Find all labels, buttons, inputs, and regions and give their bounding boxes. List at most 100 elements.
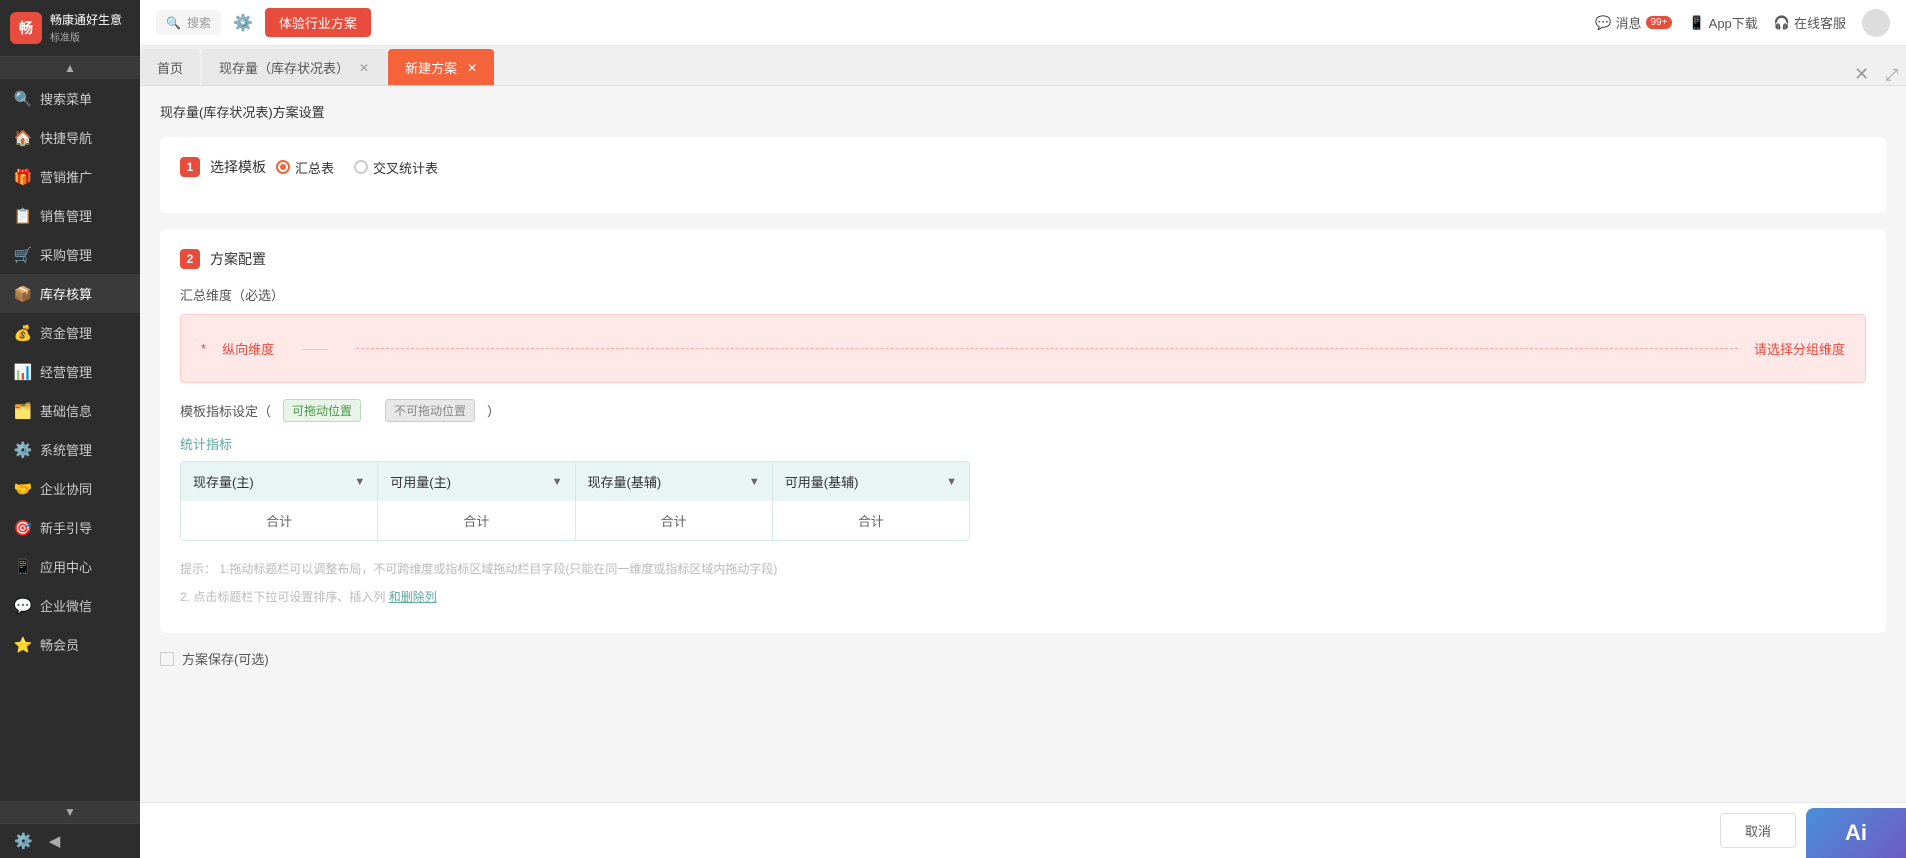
search-bar[interactable]: 🔍 搜索 <box>156 10 221 35</box>
stats-col-header-1[interactable]: 可用量(主) ▼ <box>378 462 575 501</box>
tab-new-scheme-close-icon[interactable]: ✕ <box>467 61 477 75</box>
sales-icon: 📋 <box>14 207 32 225</box>
indicator-settings-row: 模板指标设定（ 可拖动位置 不可拖动位置 ） <box>180 399 1866 422</box>
tab-home[interactable]: 首页 <box>140 49 200 85</box>
sidebar-item-basic[interactable]: 🗂️ 基础信息 <box>0 391 140 430</box>
vertical-dim-separator: —— <box>302 341 328 356</box>
member-icon: ⭐ <box>14 636 32 654</box>
quick-nav-icon: 🏠 <box>14 129 32 147</box>
stats-col-header-label-3: 可用量(基辅) <box>785 472 859 491</box>
message-button[interactable]: 💬 消息 99+ <box>1595 13 1672 32</box>
stats-section-title: 统计指标 <box>180 434 1866 453</box>
sidebar-item-label: 采购管理 <box>40 245 92 264</box>
sidebar-item-operation[interactable]: 📊 经营管理 <box>0 352 140 391</box>
sidebar-item-label: 库存核算 <box>40 284 92 303</box>
sidebar-item-app-center[interactable]: 📱 应用中心 <box>0 547 140 586</box>
app-name: 畅康通好生意 <box>50 12 122 29</box>
search-menu-icon: 🔍 <box>14 90 32 108</box>
stats-col-body-2: 合计 <box>576 501 773 540</box>
sidebar-item-inventory[interactable]: 📦 库存核算 <box>0 274 140 313</box>
stats-col-header-0[interactable]: 现存量(主) ▼ <box>181 462 378 501</box>
sidebar-item-member[interactable]: ⭐ 畅会员 <box>0 625 140 664</box>
tab-home-label: 首页 <box>157 58 183 77</box>
sidebar-item-label: 快捷导航 <box>40 128 92 147</box>
panel-close-icon[interactable]: ✕ <box>1854 64 1869 85</box>
app-download-icon: 📱 <box>1688 15 1704 31</box>
inventory-icon: 📦 <box>14 285 32 303</box>
sidebar-item-quick-nav[interactable]: 🏠 快捷导航 <box>0 118 140 157</box>
settings-icon[interactable]: ⚙️ <box>14 832 33 850</box>
sidebar-item-system[interactable]: ⚙️ 系统管理 <box>0 430 140 469</box>
sidebar-item-sales[interactable]: 📋 销售管理 <box>0 196 140 235</box>
vertical-dimension-area[interactable]: * 纵向维度 —— 请选择分组维度 <box>180 314 1866 383</box>
sidebar-item-label: 销售管理 <box>40 206 92 225</box>
stats-col-header-label-2: 现存量(基辅) <box>588 472 662 491</box>
col-chevron-1: ▼ <box>552 476 563 488</box>
sidebar-item-newbie[interactable]: 🎯 新手引导 <box>0 508 140 547</box>
stats-col-header-label-0: 现存量(主) <box>193 472 254 491</box>
radio-cross-label: 交叉统计表 <box>373 158 438 177</box>
sidebar-item-enterprise[interactable]: 🤝 企业协同 <box>0 469 140 508</box>
sidebar-item-search-menu[interactable]: 🔍 搜索菜单 <box>0 79 140 118</box>
topbar-gear-icon[interactable]: ⚙️ <box>233 13 253 33</box>
non-draggable-badge: 不可拖动位置 <box>385 399 475 422</box>
sidebar-item-purchase[interactable]: 🛒 采购管理 <box>0 235 140 274</box>
collapse-icon[interactable]: ◀ <box>49 832 61 850</box>
sidebar-item-marketing[interactable]: 🎁 营销推广 <box>0 157 140 196</box>
sidebar-item-wechat[interactable]: 💬 企业微信 <box>0 586 140 625</box>
stats-col-body-0: 合计 <box>181 501 378 540</box>
section1-number: 1 <box>180 157 200 177</box>
stats-col-header-3[interactable]: 可用量(基辅) ▼ <box>773 462 969 501</box>
stats-col-body-3: 合计 <box>773 501 969 540</box>
radio-cross-table[interactable]: 交叉统计表 <box>354 158 438 177</box>
newbie-icon: 🎯 <box>14 519 32 537</box>
customer-service-button[interactable]: 🎧 在线客服 <box>1774 13 1846 32</box>
stats-table: 现存量(主) ▼ 可用量(主) ▼ 现存量(基辅) ▼ 可用量(基辅) ▼ <box>180 461 970 541</box>
stats-col-body-1: 合计 <box>378 501 575 540</box>
topbar: 🔍 搜索 ⚙️ 体验行业方案 💬 消息 99+ 📱 App下载 🎧 在线客服 <box>140 0 1906 46</box>
message-badge: 99+ <box>1646 16 1673 29</box>
tab-new-scheme[interactable]: 新建方案 ✕ <box>388 49 494 85</box>
cancel-button[interactable]: 取消 <box>1720 813 1796 848</box>
save-scheme-checkbox[interactable] <box>160 652 174 666</box>
sidebar-item-label: 基础信息 <box>40 401 92 420</box>
trial-button[interactable]: 体验行业方案 <box>265 8 371 37</box>
stats-col-body-val-2: 合计 <box>661 511 687 530</box>
radio-cross-circle <box>354 160 368 174</box>
radio-summary-label: 汇总表 <box>295 158 334 177</box>
sidebar-scroll-up[interactable]: ▲ <box>0 57 140 79</box>
sidebar-logo: 畅 畅康通好生意 标准版 <box>0 0 140 57</box>
sidebar-item-label: 系统管理 <box>40 440 92 459</box>
sidebar-footer: ⚙️ ◀ <box>0 823 140 858</box>
tab-inventory-close-icon[interactable]: ✕ <box>359 61 369 75</box>
page-title: 现存量(库存状况表)方案设置 <box>160 102 1886 121</box>
search-placeholder: 搜索 <box>187 14 211 31</box>
app-download-button[interactable]: 📱 App下载 <box>1688 13 1757 32</box>
save-scheme-label: 方案保存(可选) <box>182 649 269 668</box>
sidebar-scroll-down[interactable]: ▼ <box>0 801 140 823</box>
panel-expand-icon[interactable]: ⤢ <box>1885 67 1898 85</box>
template-radio-group: 汇总表 交叉统计表 <box>276 158 438 177</box>
sidebar-item-label: 企业微信 <box>40 596 92 615</box>
radio-summary-table[interactable]: 汇总表 <box>276 158 334 177</box>
sidebar-item-label: 搜索菜单 <box>40 89 92 108</box>
tab-inventory-status[interactable]: 现存量（库存状况表） ✕ <box>202 49 386 85</box>
message-icon: 💬 <box>1595 15 1611 31</box>
user-avatar[interactable] <box>1862 9 1890 37</box>
tip2-link[interactable]: 和删除列 <box>389 590 437 604</box>
sidebar-item-finance[interactable]: 💰 资金管理 <box>0 313 140 352</box>
section2-label: 方案配置 <box>210 249 266 269</box>
stats-col-header-2[interactable]: 现存量(基辅) ▼ <box>576 462 773 501</box>
system-icon: ⚙️ <box>14 441 32 459</box>
stats-table-header: 现存量(主) ▼ 可用量(主) ▼ 现存量(基辅) ▼ 可用量(基辅) ▼ <box>181 462 969 501</box>
operation-icon: 📊 <box>14 363 32 381</box>
sidebar-item-label: 资金管理 <box>40 323 92 342</box>
sidebar-item-label: 企业协同 <box>40 479 92 498</box>
tip1: 提示： 1.拖动标题栏可以调整布局，不可跨维度或指标区域拖动栏目字段(只能在同一… <box>180 557 1866 581</box>
section-template: 1 选择模板 汇总表 交叉统计表 <box>160 137 1886 213</box>
ai-badge[interactable]: Ai <box>1806 808 1906 858</box>
section2-number: 2 <box>180 249 200 269</box>
save-scheme-row: 方案保存(可选) <box>160 649 1886 668</box>
sidebar-item-label: 营销推广 <box>40 167 92 186</box>
tabbar: 首页 现存量（库存状况表） ✕ 新建方案 ✕ ✕ ⤢ <box>140 46 1906 86</box>
